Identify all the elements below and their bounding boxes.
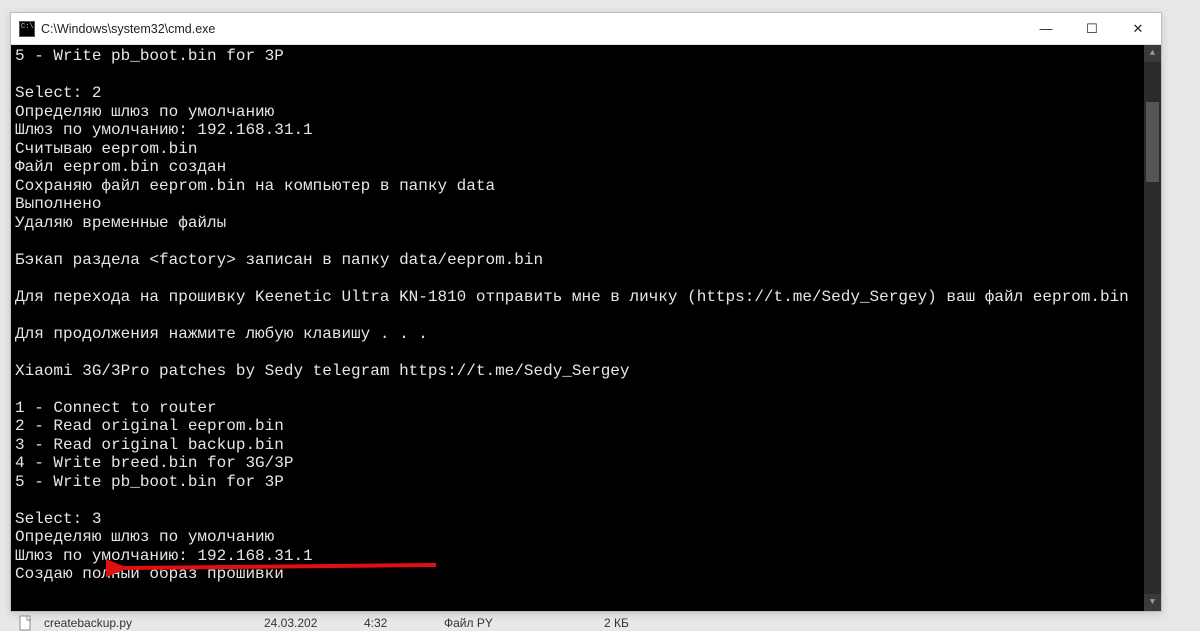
title-bar[interactable]: C:\Windows\system32\cmd.exe — ☐ ✕ bbox=[11, 13, 1161, 45]
vertical-scrollbar[interactable]: ▲ ▼ bbox=[1144, 45, 1161, 611]
scroll-track[interactable] bbox=[1144, 62, 1161, 594]
console-output: 5 - Write pb_boot.bin for 3P Select: 2 О… bbox=[15, 47, 1157, 584]
window-controls: — ☐ ✕ bbox=[1023, 13, 1161, 44]
cmd-window: C:\Windows\system32\cmd.exe — ☐ ✕ 5 - Wr… bbox=[10, 12, 1162, 612]
console-area[interactable]: 5 - Write pb_boot.bin for 3P Select: 2 О… bbox=[11, 45, 1161, 611]
file-time: 4:32 bbox=[364, 616, 434, 630]
close-button[interactable]: ✕ bbox=[1115, 13, 1161, 44]
window-title: C:\Windows\system32\cmd.exe bbox=[41, 22, 1023, 36]
minimize-button[interactable]: — bbox=[1023, 13, 1069, 44]
cmd-icon bbox=[19, 21, 35, 37]
file-name: createbackup.py bbox=[44, 616, 254, 630]
maximize-button[interactable]: ☐ bbox=[1069, 13, 1115, 44]
file-size: 2 КБ bbox=[604, 616, 629, 630]
scroll-down-icon[interactable]: ▼ bbox=[1144, 594, 1161, 611]
file-date: 24.03.202 bbox=[264, 616, 354, 630]
scroll-up-icon[interactable]: ▲ bbox=[1144, 45, 1161, 62]
scroll-thumb[interactable] bbox=[1146, 102, 1159, 182]
file-type: Файл PY bbox=[444, 616, 594, 630]
